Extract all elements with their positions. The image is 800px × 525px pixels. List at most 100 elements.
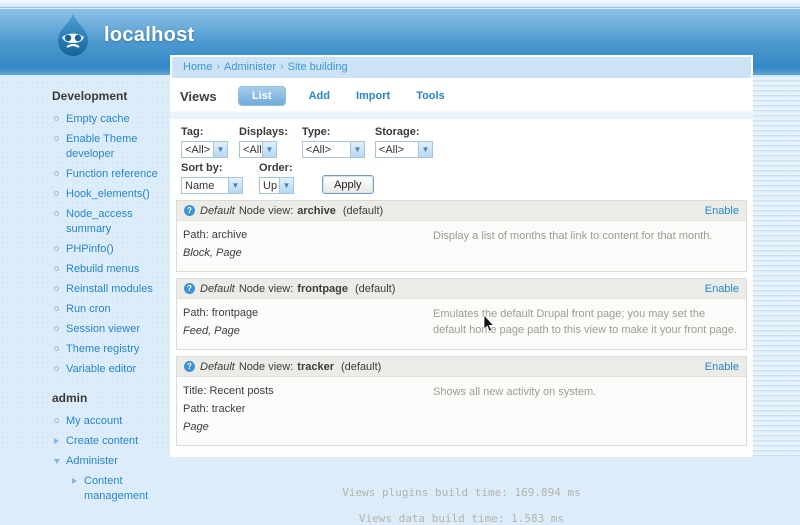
tab-add[interactable]: Add bbox=[309, 90, 330, 102]
apply-button[interactable]: Apply bbox=[322, 175, 374, 194]
filter-order: Order: Up ▼ bbox=[259, 162, 294, 194]
build-times: Views plugins build time: 169.894 ms Vie… bbox=[170, 486, 753, 525]
tag-select[interactable]: <All> ▼ bbox=[181, 141, 228, 158]
order-select[interactable]: Up ▼ bbox=[259, 177, 294, 194]
data-build-time: Views data build time: 1.583 ms bbox=[358, 512, 565, 525]
mouse-cursor-icon bbox=[483, 313, 495, 336]
collapsed-arrow-icon[interactable] bbox=[54, 438, 59, 444]
enable-link[interactable]: Enable bbox=[705, 283, 739, 295]
sidebar-section-admin: admin bbox=[52, 391, 88, 405]
circle-bullet-icon bbox=[54, 306, 59, 311]
sidebar-item-function-reference[interactable]: Function reference bbox=[54, 167, 164, 182]
tab-import[interactable]: Import bbox=[356, 90, 390, 102]
page-title: Views bbox=[180, 88, 217, 104]
dropdown-arrow-icon[interactable]: ▼ bbox=[228, 178, 242, 193]
breadcrumb-home[interactable]: Home bbox=[183, 61, 212, 73]
sidebar-item-content-management[interactable]: Content management bbox=[72, 474, 182, 504]
dropdown-arrow-icon[interactable]: ▼ bbox=[349, 142, 364, 157]
view-row-frontpage: ? Default Node view: frontpage (default)… bbox=[176, 278, 747, 350]
sidebar-item-enable-theme-developer[interactable]: Enable Theme developer bbox=[54, 132, 164, 162]
sidebar-item-run-cron[interactable]: Run cron bbox=[54, 302, 164, 317]
page-background-strip bbox=[753, 75, 800, 457]
views-list: ? Default Node view: archive (default) E… bbox=[176, 200, 747, 446]
enable-link[interactable]: Enable bbox=[705, 205, 739, 217]
sidebar-item-phpinfo[interactable]: PHPinfo() bbox=[54, 242, 164, 257]
plugins-build-time: Views plugins build time: 169.894 ms bbox=[342, 486, 581, 499]
filter-displays: Displays: <All> ▼ bbox=[239, 126, 288, 158]
sidebar-item-theme-registry[interactable]: Theme registry bbox=[54, 342, 164, 357]
sidebar-item-empty-cache[interactable]: Empty cache bbox=[54, 112, 164, 127]
circle-bullet-icon bbox=[54, 211, 59, 216]
type-select[interactable]: <All> ▼ bbox=[301, 141, 365, 158]
circle-bullet-icon bbox=[54, 171, 59, 176]
breadcrumb: Home › Administer › Site building bbox=[172, 57, 751, 78]
breadcrumb-site-building[interactable]: Site building bbox=[288, 61, 348, 73]
circle-bullet-icon bbox=[54, 266, 59, 271]
view-details: Path: frontpage Feed, Page bbox=[183, 307, 259, 337]
admin-menu: My account Create content Administer Con… bbox=[0, 414, 170, 504]
enable-link[interactable]: Enable bbox=[705, 361, 739, 373]
filter-sort-by: Sort by: Name ▼ bbox=[181, 162, 243, 194]
circle-bullet-icon bbox=[54, 191, 59, 196]
sidebar-item-node-access-summary[interactable]: Node_access summary bbox=[54, 207, 164, 237]
sidebar-item-hook-elements[interactable]: Hook_elements() bbox=[54, 187, 164, 202]
sort-by-select[interactable]: Name ▼ bbox=[181, 177, 243, 194]
circle-bullet-icon bbox=[54, 346, 59, 351]
circle-bullet-icon bbox=[54, 116, 59, 121]
dropdown-arrow-icon[interactable]: ▼ bbox=[279, 178, 293, 193]
tab-tools[interactable]: Tools bbox=[416, 90, 445, 102]
circle-bullet-icon bbox=[54, 246, 59, 251]
circle-bullet-icon bbox=[54, 286, 59, 291]
site-brand[interactable]: localhost bbox=[54, 11, 195, 60]
displays-select[interactable]: <All> ▼ bbox=[239, 141, 277, 158]
circle-bullet-icon bbox=[54, 418, 59, 423]
help-icon[interactable]: ? bbox=[184, 283, 195, 294]
collapsed-arrow-icon[interactable] bbox=[72, 478, 77, 484]
sidebar-item-reinstall-modules[interactable]: Reinstall modules bbox=[54, 282, 164, 297]
top-strip bbox=[0, 0, 800, 8]
help-icon[interactable]: ? bbox=[184, 205, 195, 216]
filters: Tag: <All> ▼ Displays: <All> ▼ Type: <Al… bbox=[181, 126, 753, 194]
breadcrumb-administer[interactable]: Administer bbox=[224, 61, 276, 73]
dropdown-arrow-icon[interactable]: ▼ bbox=[417, 142, 432, 157]
sidebar-section-development: Development bbox=[52, 89, 128, 103]
view-row-archive: ? Default Node view: archive (default) E… bbox=[176, 200, 747, 272]
view-details: Title: Recent posts Path: tracker Page bbox=[183, 385, 274, 433]
view-name: tracker bbox=[297, 360, 334, 373]
help-icon[interactable]: ? bbox=[184, 361, 195, 372]
expanded-arrow-icon[interactable] bbox=[54, 459, 60, 464]
view-description: Shows all new activity on system. bbox=[433, 386, 597, 398]
tab-list[interactable]: List bbox=[238, 86, 286, 106]
sidebar-item-session-viewer[interactable]: Session viewer bbox=[54, 322, 164, 337]
dropdown-arrow-icon[interactable]: ▼ bbox=[262, 142, 276, 157]
filter-tag: Tag: <All> ▼ bbox=[181, 126, 228, 158]
circle-bullet-icon bbox=[54, 136, 59, 141]
main-content-panel: Home › Administer › Site building Views List… bbox=[170, 55, 753, 525]
sidebar-item-create-content[interactable]: Create content bbox=[54, 434, 164, 449]
sidebar-item-variable-editor[interactable]: Variable editor bbox=[54, 362, 164, 377]
development-menu: Empty cache Enable Theme developer Funct… bbox=[0, 112, 170, 377]
view-description: Emulates the default Drupal front page; … bbox=[433, 308, 737, 336]
breadcrumb-separator: › bbox=[216, 61, 221, 73]
sidebar-item-administer[interactable]: Administer bbox=[54, 454, 164, 469]
circle-bullet-icon bbox=[54, 366, 59, 371]
tab-bar: Views List Add Import Tools bbox=[180, 86, 753, 106]
view-name: frontpage bbox=[297, 282, 349, 295]
circle-bullet-icon bbox=[54, 326, 59, 331]
site-name[interactable]: localhost bbox=[104, 24, 195, 47]
view-details: Path: archive Block, Page bbox=[183, 229, 248, 259]
view-name: archive bbox=[297, 204, 336, 217]
sidebar-item-my-account[interactable]: My account bbox=[54, 414, 164, 429]
view-description: Display a list of months that link to co… bbox=[433, 230, 713, 242]
storage-select[interactable]: <All> ▼ bbox=[374, 141, 433, 158]
view-row-header: ? Default Node view: archive (default) E… bbox=[177, 201, 746, 221]
sidebar-item-rebuild-menus[interactable]: Rebuild menus bbox=[54, 262, 164, 277]
sidebar: Development Empty cache Enable Theme dev… bbox=[0, 75, 170, 502]
filter-storage: Storage: <All> ▼ bbox=[374, 126, 433, 158]
view-row-tracker: ? Default Node view: tracker (default) E… bbox=[176, 356, 747, 446]
drupal-logo-icon bbox=[54, 11, 92, 60]
tab-separator bbox=[170, 111, 753, 119]
dropdown-arrow-icon[interactable]: ▼ bbox=[213, 142, 227, 157]
view-row-header: ? Default Node view: frontpage (default)… bbox=[177, 279, 746, 299]
breadcrumb-separator: › bbox=[279, 61, 284, 73]
